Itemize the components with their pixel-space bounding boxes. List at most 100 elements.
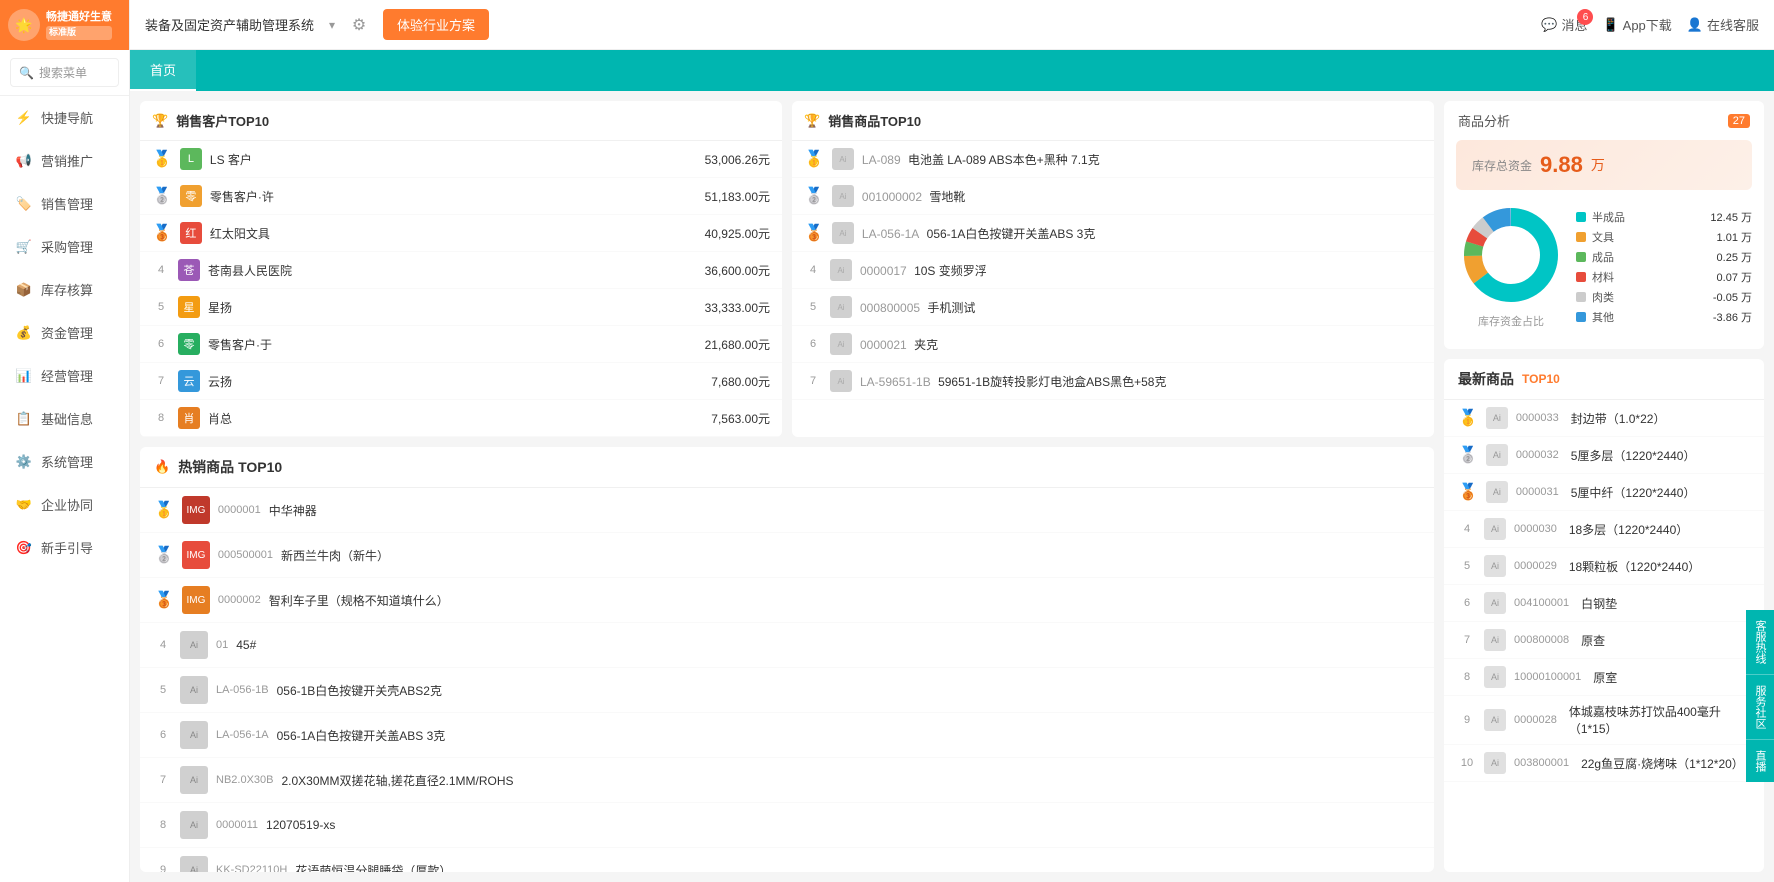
medal-icon: 🥈 xyxy=(1458,445,1478,465)
product-name: 电池盖 LA-089 ABS本色+黑种 7.1克 xyxy=(908,153,1100,167)
legend-value: 12.45 万 xyxy=(1710,209,1752,225)
rank-number: 5 xyxy=(804,298,822,316)
rank-number: 4 xyxy=(152,261,170,279)
sidebar-item-sales[interactable]: 🏷️ 销售管理 xyxy=(0,182,129,225)
inventory-header: 商品分析 27 xyxy=(1444,101,1764,140)
float-btn-community[interactable]: 服务社区 xyxy=(1746,675,1774,740)
customer-name: 零售客户·于 xyxy=(208,336,697,353)
customer-name: 零售客户·许 xyxy=(210,188,697,205)
sidebar-item-operations[interactable]: 📊 经营管理 xyxy=(0,354,129,397)
rank-number: 5 xyxy=(152,298,170,316)
customer-ranking-list: 🥇 L LS 客户 53,006.26元 🥈 零 零售客户·许 51,183.0… xyxy=(140,141,782,437)
fire-icon: 🔥 xyxy=(154,459,170,475)
rank-number: 7 xyxy=(804,372,822,390)
hot-product-item: 8 Ai 0000011 12070519-xs xyxy=(140,803,1434,848)
customer-avatar: 苍 xyxy=(178,259,200,281)
latest-product-item: 4 Ai 0000030 18多层（1220*2440） xyxy=(1444,511,1764,548)
rank-number: 6 xyxy=(1458,594,1476,612)
medal-icon: 🥇 xyxy=(1458,408,1478,428)
product-info: 0000017 10S 变频罗浮 xyxy=(860,262,987,279)
latest-product-icon: Ai xyxy=(1484,518,1506,540)
system-dropdown-button[interactable]: ▾ xyxy=(329,18,335,32)
customer-avatar: 星 xyxy=(178,296,200,318)
customer-ranking-item: 5 星 星扬 33,333.00元 xyxy=(140,289,782,326)
hot-product-item: 🥉 IMG 0000002 智利车子里（规格不知道填什么） xyxy=(140,578,1434,623)
hot-product-item: 9 Ai KK-SD22110H 花语萌恒温分腿睡袋（厚款） xyxy=(140,848,1434,872)
settings-button[interactable]: ⚙ xyxy=(345,11,373,39)
medal-icon: 🥉 xyxy=(1458,482,1478,502)
latest-product-icon: Ai xyxy=(1484,555,1506,577)
sidebar-item-finance[interactable]: 💰 资金管理 xyxy=(0,311,129,354)
customer-name: 云扬 xyxy=(208,373,703,390)
trial-button[interactable]: 体验行业方案 xyxy=(383,9,489,40)
sidebar-item-guide[interactable]: 🎯 新手引导 xyxy=(0,526,129,569)
hot-product-code: 01 xyxy=(216,639,228,651)
product-name: 59651-1B旋转投影灯电池盒ABS黑色+58克 xyxy=(938,375,1166,389)
sidebar-item-purchase[interactable]: 🛒 采购管理 xyxy=(0,225,129,268)
product-ranking-item: 7 Ai LA-59651-1B 59651-1B旋转投影灯电池盒ABS黑色+5… xyxy=(792,363,1434,400)
product-ranking-header: 🏆 销售商品TOP10 xyxy=(792,101,1434,141)
float-btn-service[interactable]: 客服热线 xyxy=(1746,610,1774,675)
legend-color xyxy=(1576,232,1586,242)
legend-item: 其他 -3.86 万 xyxy=(1576,309,1752,325)
hot-product-code: LA-056-1B xyxy=(216,684,269,696)
product-ranking-item: 4 Ai 0000017 10S 变频罗浮 xyxy=(792,252,1434,289)
sidebar-item-marketing[interactable]: 📢 营销推广 xyxy=(0,139,129,182)
search-menu-button[interactable]: 🔍 搜索菜单 xyxy=(10,58,119,87)
float-buttons: 客服热线 服务社区 直播 xyxy=(1746,610,1774,782)
inventory-total: 库存总资金 9.88 万 xyxy=(1456,140,1752,190)
purchase-icon: 🛒 xyxy=(15,238,33,256)
hot-product-item: 7 Ai NB2.0X30B 2.0X30MM双搓花轴,搓花直径2.1MM/RO… xyxy=(140,758,1434,803)
medal-icon: 🥇 xyxy=(154,500,174,520)
middle-column: 🏆 销售客户TOP10 🥇 L LS 客户 53,006.26元 🥈 零 零售客… xyxy=(140,101,1434,872)
product-info: 001000002 雪地靴 xyxy=(862,188,965,205)
phone-icon: 📱 xyxy=(1602,17,1618,33)
product-thumbnail: Ai xyxy=(180,631,208,659)
latest-product-code: 0000028 xyxy=(1514,714,1557,726)
rank-number: 4 xyxy=(1458,520,1476,538)
online-service-button[interactable]: 👤 在线客服 xyxy=(1687,15,1759,34)
app-download-button[interactable]: 📱 App下载 xyxy=(1602,15,1671,34)
latest-product-icon: Ai xyxy=(1484,666,1506,688)
product-name: 雪地靴 xyxy=(929,190,965,204)
legend-item: 肉类 -0.05 万 xyxy=(1576,289,1752,305)
hot-product-item: 🥇 IMG 0000001 中华神器 xyxy=(140,488,1434,533)
product-thumbnail: Ai xyxy=(180,856,208,872)
rank-number: 8 xyxy=(154,816,172,834)
customer-ranking-item: 4 苍 苍南县人民医院 36,600.00元 xyxy=(140,252,782,289)
latest-product-item: 10 Ai 003800001 22g鱼豆腐·烧烤味（1*12*20） xyxy=(1444,745,1764,782)
product-code: LA-056-1A xyxy=(862,227,919,241)
marketing-icon: 📢 xyxy=(15,152,33,170)
product-thumbnail: IMG xyxy=(182,541,210,569)
search-area: 🔍 搜索菜单 xyxy=(0,50,129,96)
hot-product-code: 0000002 xyxy=(218,594,261,606)
float-btn-live[interactable]: 直播 xyxy=(1746,740,1774,782)
sidebar-item-quick-nav[interactable]: ⚡ 快捷导航 xyxy=(0,96,129,139)
sidebar-item-system[interactable]: ⚙️ 系统管理 xyxy=(0,440,129,483)
legend-value: 1.01 万 xyxy=(1717,229,1752,245)
basic-info-icon: 📋 xyxy=(15,410,33,428)
latest-product-name: 封边带（1.0*22） xyxy=(1571,410,1666,427)
product-ranking-item: 🥉 Ai LA-056-1A 056-1A白色按键开关盖ABS 3克 xyxy=(792,215,1434,252)
operations-icon: 📊 xyxy=(15,367,33,385)
messages-button[interactable]: 💬 消息 6 xyxy=(1541,15,1587,34)
customer-ranking-item: 7 云 云扬 7,680.00元 xyxy=(140,363,782,400)
latest-product-code: 0000029 xyxy=(1514,560,1557,572)
sidebar-item-cooperation[interactable]: 🤝 企业协同 xyxy=(0,483,129,526)
latest-products-header: 最新商品 TOP10 xyxy=(1444,359,1764,400)
latest-product-name: 原查 xyxy=(1581,632,1605,649)
product-icon: Ai xyxy=(830,296,852,318)
tab-home[interactable]: 首页 xyxy=(130,50,196,91)
sidebar-item-inventory[interactable]: 📦 库存核算 xyxy=(0,268,129,311)
sidebar-item-basic-info[interactable]: 📋 基础信息 xyxy=(0,397,129,440)
hot-products-list: 🥇 IMG 0000001 中华神器 🥈 IMG 000500001 新西兰牛肉… xyxy=(140,488,1434,872)
rank-number: 8 xyxy=(1458,668,1476,686)
product-info: LA-056-1A 056-1A白色按键开关盖ABS 3克 xyxy=(862,225,1095,242)
latest-product-name: 白钢垫 xyxy=(1581,595,1617,612)
product-thumbnail: IMG xyxy=(182,496,210,524)
product-info: LA-089 电池盖 LA-089 ABS本色+黑种 7.1克 xyxy=(862,151,1100,168)
latest-product-icon: Ai xyxy=(1486,407,1508,429)
product-thumbnail: Ai xyxy=(180,721,208,749)
app-logo: 🌟 畅捷通好生意 标准版 xyxy=(0,0,129,50)
search-icon: 🔍 xyxy=(19,66,34,80)
